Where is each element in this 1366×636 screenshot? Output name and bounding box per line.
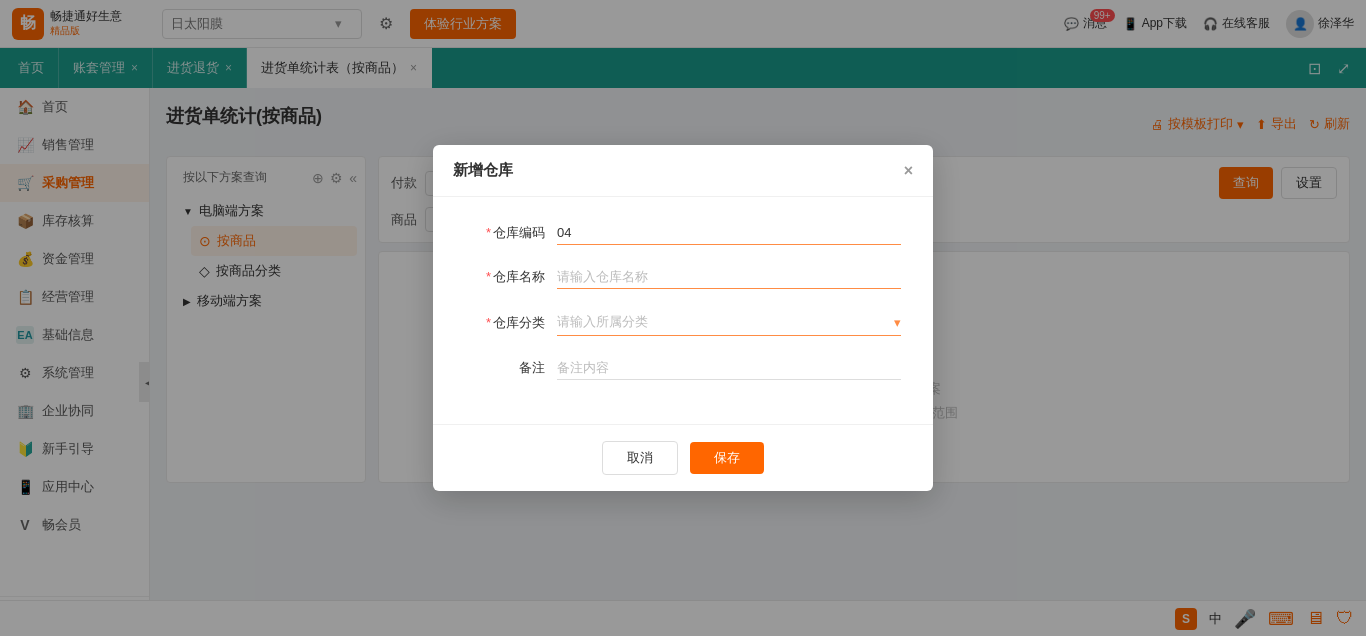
code-label: *仓库编码 [465, 224, 545, 242]
form-row-category: *仓库分类 请输入所属分类 ▾ [465, 309, 901, 336]
category-label: *仓库分类 [465, 314, 545, 332]
name-label: *仓库名称 [465, 268, 545, 286]
modal-overlay[interactable]: 新增仓库 × *仓库编码 *仓库名称 *仓库分类 [0, 0, 1366, 636]
dialog-body: *仓库编码 *仓库名称 *仓库分类 请输入所属分类 ▾ [433, 197, 933, 424]
dialog-header: 新增仓库 × [433, 145, 933, 197]
form-row-code: *仓库编码 [465, 221, 901, 245]
dialog-close-button[interactable]: × [904, 162, 913, 180]
category-select[interactable]: 请输入所属分类 ▾ [557, 309, 901, 336]
save-button[interactable]: 保存 [690, 442, 764, 474]
category-placeholder: 请输入所属分类 [557, 313, 648, 331]
add-warehouse-dialog: 新增仓库 × *仓库编码 *仓库名称 *仓库分类 [433, 145, 933, 491]
dialog-title: 新增仓库 [453, 161, 513, 180]
dialog-footer: 取消 保存 [433, 424, 933, 491]
category-dropdown-icon: ▾ [894, 315, 901, 330]
code-input[interactable] [557, 221, 901, 245]
remark-label: 备注 [465, 359, 545, 377]
form-row-remark: 备注 [465, 356, 901, 380]
cancel-button[interactable]: 取消 [602, 441, 678, 475]
form-row-name: *仓库名称 [465, 265, 901, 289]
remark-input[interactable] [557, 356, 901, 380]
name-input[interactable] [557, 265, 901, 289]
